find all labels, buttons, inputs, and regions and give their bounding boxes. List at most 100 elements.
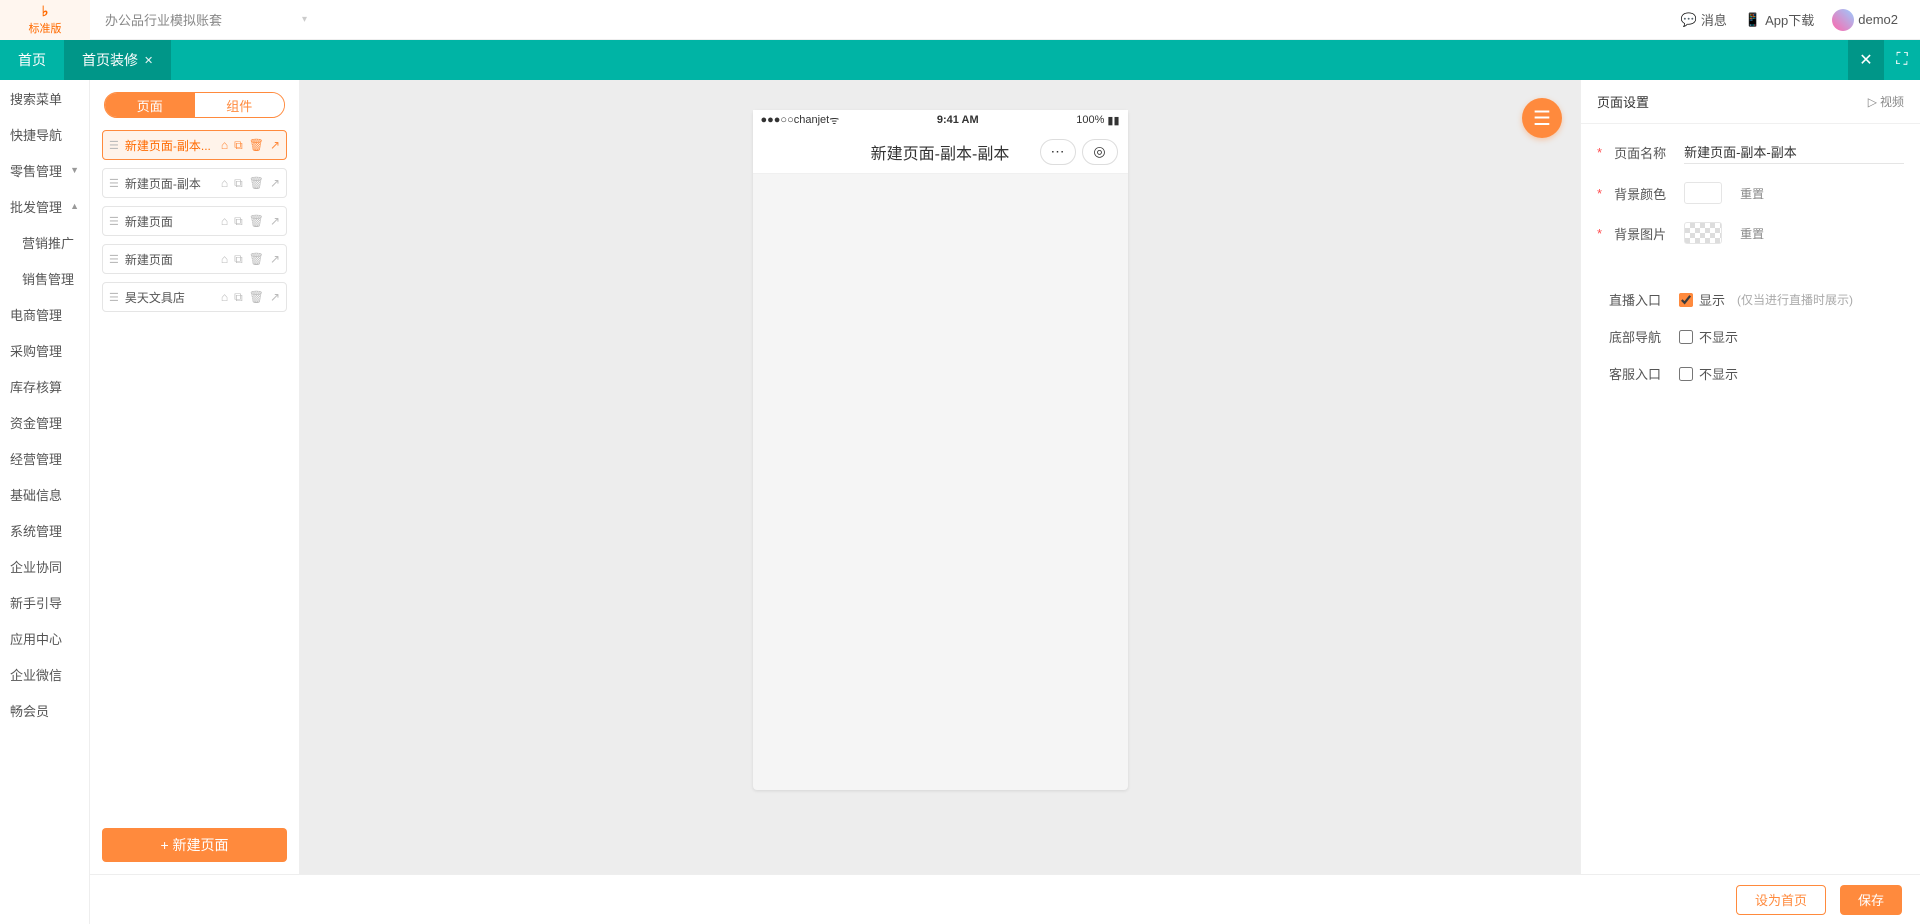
nav-guide[interactable]: 新手引导 <box>0 584 89 620</box>
page-name: 新建页面-副本... <box>125 137 215 154</box>
home-icon[interactable]: ⌂ <box>221 214 228 228</box>
battery-label: 100% <box>1076 114 1104 126</box>
fullscreen-button[interactable]: ⛶ <box>1884 40 1920 80</box>
row-service-entry: 客服入口 不显示 <box>1597 364 1904 383</box>
seg-switch: 页面 组件 <box>104 92 285 118</box>
row-bg-image: * 背景图片 重置 <box>1597 222 1904 244</box>
live-show-checkbox[interactable]: 显示 <box>1679 290 1725 309</box>
home-icon[interactable]: ⌂ <box>221 252 228 266</box>
brand-logo[interactable]: ♭ 标准版 <box>0 0 90 40</box>
copy-icon[interactable]: ⧉ <box>234 138 243 153</box>
caret-down-icon: ▼ <box>70 165 79 175</box>
carrier-label: chanjet <box>794 114 829 126</box>
drag-icon[interactable]: ☰ <box>109 177 119 190</box>
miniapp-close-button[interactable]: ◎ <box>1082 139 1118 165</box>
wifi-icon: ᯤ <box>829 113 839 128</box>
share-icon[interactable]: ↗ <box>270 138 280 152</box>
drag-icon[interactable]: ☰ <box>109 215 119 228</box>
page-item[interactable]: ☰ 新建页面-副本... ⌂ ⧉ 🗑 ↗ <box>102 130 287 160</box>
toggle-panel-button[interactable]: ☰ <box>1522 98 1562 138</box>
drag-icon[interactable]: ☰ <box>109 253 119 266</box>
nav-wechat[interactable]: 企业微信 <box>0 656 89 692</box>
messages-label: 消息 <box>1701 10 1727 29</box>
share-icon[interactable]: ↗ <box>270 176 280 190</box>
nav-wholesale[interactable]: 批发管理▲ <box>0 188 89 224</box>
user-menu[interactable]: demo2 <box>1832 9 1898 31</box>
seg-component[interactable]: 组件 <box>195 93 285 117</box>
settings-title: 页面设置 <box>1597 92 1649 111</box>
reset-bg-image[interactable]: 重置 <box>1740 225 1764 242</box>
nav-sales[interactable]: 销售管理 <box>0 260 89 296</box>
share-icon[interactable]: ↗ <box>270 252 280 266</box>
miniapp-menu-button[interactable]: ⋯ <box>1040 139 1076 165</box>
delete-icon[interactable]: 🗑 <box>249 176 264 190</box>
share-icon[interactable]: ↗ <box>270 214 280 228</box>
page-item[interactable]: ☰ 新建页面 ⌂ ⧉ 🗑 ↗ <box>102 244 287 274</box>
reset-bg-color[interactable]: 重置 <box>1740 185 1764 202</box>
label-bottom-nav: 底部导航 <box>1609 327 1667 346</box>
delete-icon[interactable]: 🗑 <box>249 138 264 152</box>
seg-page[interactable]: 页面 <box>105 93 195 117</box>
drag-icon[interactable]: ☰ <box>109 291 119 304</box>
home-icon[interactable]: ⌂ <box>221 290 228 304</box>
left-nav: 搜索菜单 快捷导航 零售管理▼ 批发管理▲ 营销推广 销售管理 电商管理 采购管… <box>0 80 90 924</box>
copy-icon[interactable]: ⧉ <box>234 176 243 191</box>
nav-system[interactable]: 系统管理 <box>0 512 89 548</box>
page-title: 新建页面-副本-副本 <box>871 140 1010 164</box>
row-live-entry: 直播入口 显示 (仅当进行直播时展示) <box>1597 290 1904 309</box>
nav-operation[interactable]: 经营管理 <box>0 440 89 476</box>
nav-finance[interactable]: 资金管理 <box>0 404 89 440</box>
set-home-button[interactable]: 设为首页 <box>1736 885 1826 915</box>
nav-basic[interactable]: 基础信息 <box>0 476 89 512</box>
delete-icon[interactable]: 🗑 <box>249 252 264 266</box>
copy-icon[interactable]: ⧉ <box>234 290 243 305</box>
tab-home[interactable]: 首页 <box>0 40 64 80</box>
nav-search[interactable]: 搜索菜单 <box>0 80 89 116</box>
checkbox-input[interactable] <box>1679 367 1693 381</box>
home-icon[interactable]: ⌂ <box>221 176 228 190</box>
nav-marketing[interactable]: 营销推广 <box>0 224 89 260</box>
page-item[interactable]: ☰ 新建页面 ⌂ ⧉ 🗑 ↗ <box>102 206 287 236</box>
app-download-button[interactable]: 📱 App下载 <box>1745 10 1814 29</box>
nav-purchase[interactable]: 采购管理 <box>0 332 89 368</box>
battery-icon: ▮▮ <box>1107 114 1119 127</box>
drag-icon[interactable]: ☰ <box>109 139 119 152</box>
page-name-input[interactable] <box>1684 140 1904 164</box>
share-icon[interactable]: ↗ <box>270 290 280 304</box>
save-button[interactable]: 保存 <box>1840 885 1902 915</box>
messages-button[interactable]: 💬 消息 <box>1681 10 1727 29</box>
bg-color-swatch[interactable] <box>1684 182 1722 204</box>
page-name: 新建页面-副本 <box>125 175 215 192</box>
nav-member[interactable]: 畅会员 <box>0 692 89 728</box>
nav-ecommerce[interactable]: 电商管理 <box>0 296 89 332</box>
delete-icon[interactable]: 🗑 <box>249 214 264 228</box>
username-label: demo2 <box>1858 12 1898 27</box>
signal-icon: ●●●○○ <box>761 114 794 126</box>
account-selector[interactable]: 办公品行业模拟账套 ▾ <box>105 10 307 29</box>
copy-icon[interactable]: ⧉ <box>234 214 243 229</box>
close-icon[interactable]: ✕ <box>144 54 153 67</box>
nav-appcenter[interactable]: 应用中心 <box>0 620 89 656</box>
app-download-label: App下载 <box>1765 10 1814 29</box>
service-checkbox[interactable]: 不显示 <box>1679 364 1738 383</box>
page-item[interactable]: ☰ 新建页面-副本 ⌂ ⧉ 🗑 ↗ <box>102 168 287 198</box>
nav-retail[interactable]: 零售管理▼ <box>0 152 89 188</box>
bottom-nav-checkbox[interactable]: 不显示 <box>1679 327 1738 346</box>
checkbox-input[interactable] <box>1679 293 1693 307</box>
checkbox-input[interactable] <box>1679 330 1693 344</box>
nav-inventory[interactable]: 库存核算 <box>0 368 89 404</box>
new-page-button[interactable]: + 新建页面 <box>102 828 287 862</box>
video-help-button[interactable]: ▷ 视频 <box>1868 93 1904 110</box>
page-item[interactable]: ☰ 昊天文具店 ⌂ ⧉ 🗑 ↗ <box>102 282 287 312</box>
bg-image-picker[interactable] <box>1684 222 1722 244</box>
tab-close-all[interactable]: ✕ <box>1848 40 1884 80</box>
nav-quick[interactable]: 快捷导航 <box>0 116 89 152</box>
nav-collab[interactable]: 企业协同 <box>0 548 89 584</box>
delete-icon[interactable]: 🗑 <box>249 290 264 304</box>
home-icon[interactable]: ⌂ <box>221 138 228 152</box>
copy-icon[interactable]: ⧉ <box>234 252 243 267</box>
label-live: 直播入口 <box>1609 290 1667 309</box>
canvas: ☰ ●●●○○ chanjet ᯤ 9:41 AM 100% ▮▮ <box>300 80 1580 874</box>
no-show-label: 不显示 <box>1699 364 1738 383</box>
tab-page-decor[interactable]: 首页装修 ✕ <box>64 40 171 80</box>
